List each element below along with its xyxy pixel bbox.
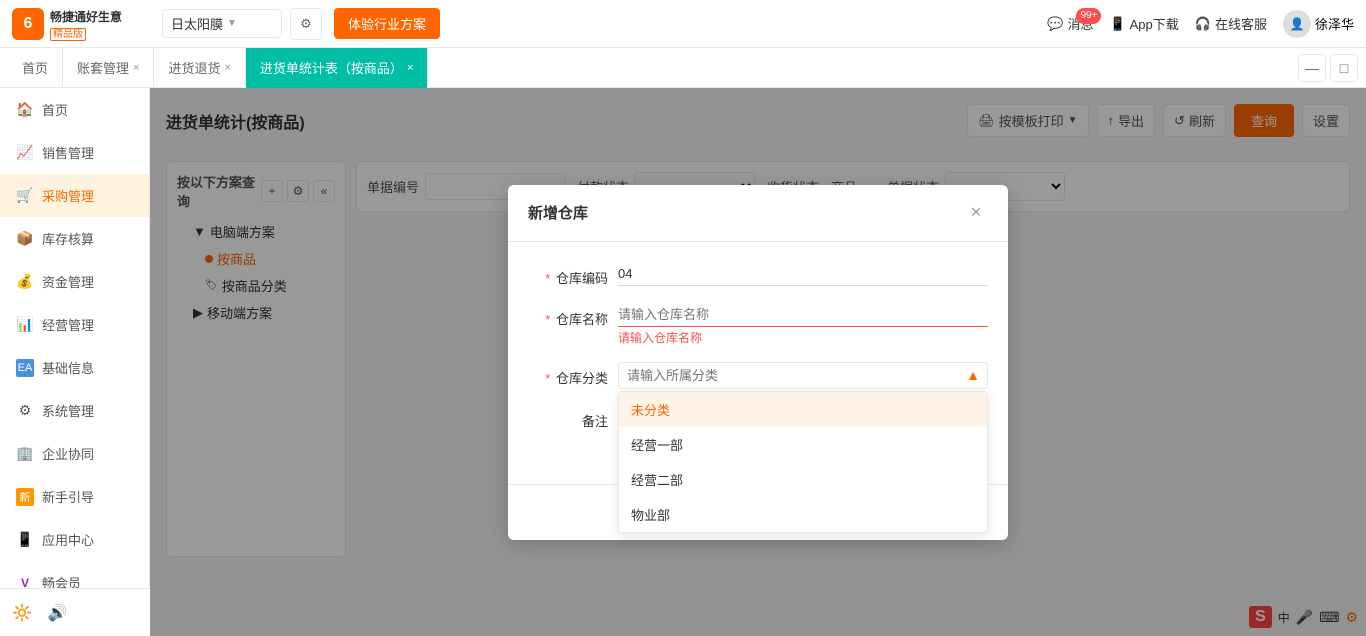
sidebar-item-home[interactable]: 🏠 首页 bbox=[0, 88, 149, 131]
store-selector[interactable]: 日太阳膜 ▼ bbox=[162, 9, 282, 38]
message-icon: 💬 bbox=[1047, 16, 1063, 32]
tab-close-icon[interactable]: × bbox=[133, 62, 139, 74]
header-right: 💬 消息 99+ 📱 App下载 🎧 在线客服 👤 徐泽华 bbox=[1047, 10, 1354, 38]
modal-body: * 仓库编码 * 仓库名称 bbox=[508, 242, 1008, 484]
tab-actions: — □ bbox=[1298, 54, 1358, 82]
sidebar-item-finance[interactable]: 💰 资金管理 bbox=[0, 260, 149, 303]
warehouse-name-control: 请输入仓库名称 bbox=[618, 303, 988, 346]
app-download-button[interactable]: 📱 App下载 bbox=[1109, 14, 1178, 33]
sales-icon: 📈 bbox=[16, 144, 34, 162]
remarks-label: 备注 bbox=[528, 405, 608, 430]
warehouse-name-input[interactable] bbox=[618, 303, 988, 327]
warehouse-name-error: 请输入仓库名称 bbox=[618, 329, 988, 346]
content-area: 进货单统计(按商品) 🖨 按模板打印 ▼ ↑ 导出 ↺ 刷新 查询 设置 bbox=[150, 88, 1366, 636]
tab-close-icon[interactable]: × bbox=[224, 62, 230, 74]
warehouse-category-control: ▲ 未分类 经营一部 经营二部 物业部 bbox=[618, 362, 988, 389]
tab-purchase-return[interactable]: 进货退货 × bbox=[154, 48, 245, 88]
logo-icon: 6 bbox=[12, 8, 44, 40]
guide-icon: 新 bbox=[16, 488, 34, 506]
avatar: 👤 bbox=[1283, 10, 1311, 38]
warehouse-code-input[interactable] bbox=[618, 262, 988, 286]
warehouse-code-label: * 仓库编码 bbox=[528, 262, 608, 287]
modal-overlay: 新增仓库 × * 仓库编码 bbox=[150, 88, 1366, 636]
sidebar-bottom-bar: 🔆 🔊 bbox=[0, 588, 150, 636]
top-header: 6 畅捷通好生意 精品版 日太阳膜 ▼ ⚙ 体验行业方案 💬 消息 99+ 📱 … bbox=[0, 0, 1366, 48]
category-dropdown: 未分类 经营一部 经营二部 物业部 bbox=[618, 391, 988, 533]
volume-icon[interactable]: 🔊 bbox=[48, 603, 68, 623]
warehouse-code-row: * 仓库编码 bbox=[528, 262, 988, 287]
purchase-icon: 🛒 bbox=[16, 187, 34, 205]
tab-action-minimize[interactable]: — bbox=[1298, 54, 1326, 82]
tab-account[interactable]: 账套管理 × bbox=[63, 48, 154, 88]
warehouse-code-control bbox=[618, 262, 988, 286]
operations-icon: 📊 bbox=[16, 316, 34, 334]
dropdown-item-unclassified[interactable]: 未分类 bbox=[619, 392, 987, 427]
dropdown-item-dept1[interactable]: 经营一部 bbox=[619, 427, 987, 462]
tab-home[interactable]: 首页 bbox=[8, 48, 63, 88]
finance-icon: 💰 bbox=[16, 273, 34, 291]
warehouse-category-row: * 仓库分类 ▲ 未分类 经营一部 经营二部 物业部 bbox=[528, 362, 988, 389]
modal-header: 新增仓库 × bbox=[508, 185, 1008, 242]
settings-icon[interactable]: ⚙ bbox=[290, 8, 322, 40]
enterprise-icon: 🏢 bbox=[16, 445, 34, 463]
trial-button[interactable]: 体验行业方案 bbox=[334, 8, 440, 39]
online-service-button[interactable]: 🎧 在线客服 bbox=[1195, 14, 1267, 33]
dropdown-item-dept3[interactable]: 物业部 bbox=[619, 497, 987, 532]
sidebar-item-sales[interactable]: 📈 销售管理 bbox=[0, 131, 149, 174]
inventory-icon: 📦 bbox=[16, 230, 34, 248]
main-layout: 🏠 首页 📈 销售管理 🛒 采购管理 📦 库存核算 💰 资金管理 📊 经营管理 … bbox=[0, 88, 1366, 636]
warehouse-category-input[interactable] bbox=[618, 362, 988, 389]
tab-action-maximize[interactable]: □ bbox=[1330, 54, 1358, 82]
user-area[interactable]: 👤 徐泽华 bbox=[1283, 10, 1354, 38]
sidebar-item-app-center[interactable]: 📱 应用中心 bbox=[0, 518, 149, 561]
sidebar-item-enterprise[interactable]: 🏢 企业协同 bbox=[0, 432, 149, 475]
tab-purchase-stats[interactable]: 进货单统计表（按商品） × bbox=[246, 48, 428, 88]
headset-icon: 🎧 bbox=[1195, 16, 1211, 32]
app-center-icon: 📱 bbox=[16, 531, 34, 549]
logo-area: 6 畅捷通好生意 精品版 bbox=[12, 8, 162, 40]
basic-info-icon: EA bbox=[16, 359, 34, 377]
modal-close-button[interactable]: × bbox=[964, 201, 988, 225]
phone-icon: 📱 bbox=[1109, 16, 1125, 32]
warehouse-category-label: * 仓库分类 bbox=[528, 362, 608, 387]
modal-title: 新增仓库 bbox=[528, 202, 588, 223]
tab-close-icon[interactable]: × bbox=[407, 62, 413, 74]
brightness-icon[interactable]: 🔆 bbox=[12, 603, 32, 623]
sidebar-item-operations[interactable]: 📊 经营管理 bbox=[0, 303, 149, 346]
system-icon: ⚙ bbox=[16, 402, 34, 420]
dropdown-item-dept2[interactable]: 经营二部 bbox=[619, 462, 987, 497]
warehouse-name-label: * 仓库名称 bbox=[528, 303, 608, 328]
sidebar-item-system[interactable]: ⚙ 系统管理 bbox=[0, 389, 149, 432]
store-dropdown-arrow-icon: ▼ bbox=[227, 18, 237, 29]
sidebar-item-purchase[interactable]: 🛒 采购管理 bbox=[0, 174, 149, 217]
sidebar-item-guide[interactable]: 新 新手引导 bbox=[0, 475, 149, 518]
logo-text: 畅捷通好生意 精品版 bbox=[50, 8, 122, 40]
sidebar-item-inventory[interactable]: 📦 库存核算 bbox=[0, 217, 149, 260]
sidebar-item-basic-info[interactable]: EA 基础信息 bbox=[0, 346, 149, 389]
sidebar: 🏠 首页 📈 销售管理 🛒 采购管理 📦 库存核算 💰 资金管理 📊 经营管理 … bbox=[0, 88, 150, 636]
home-icon: 🏠 bbox=[16, 101, 34, 119]
warehouse-name-row: * 仓库名称 请输入仓库名称 bbox=[528, 303, 988, 346]
messages-button[interactable]: 💬 消息 99+ bbox=[1047, 14, 1093, 33]
tab-bar: 首页 账套管理 × 进货退货 × 进货单统计表（按商品） × — □ bbox=[0, 48, 1366, 88]
modal-new-warehouse: 新增仓库 × * 仓库编码 bbox=[508, 185, 1008, 540]
